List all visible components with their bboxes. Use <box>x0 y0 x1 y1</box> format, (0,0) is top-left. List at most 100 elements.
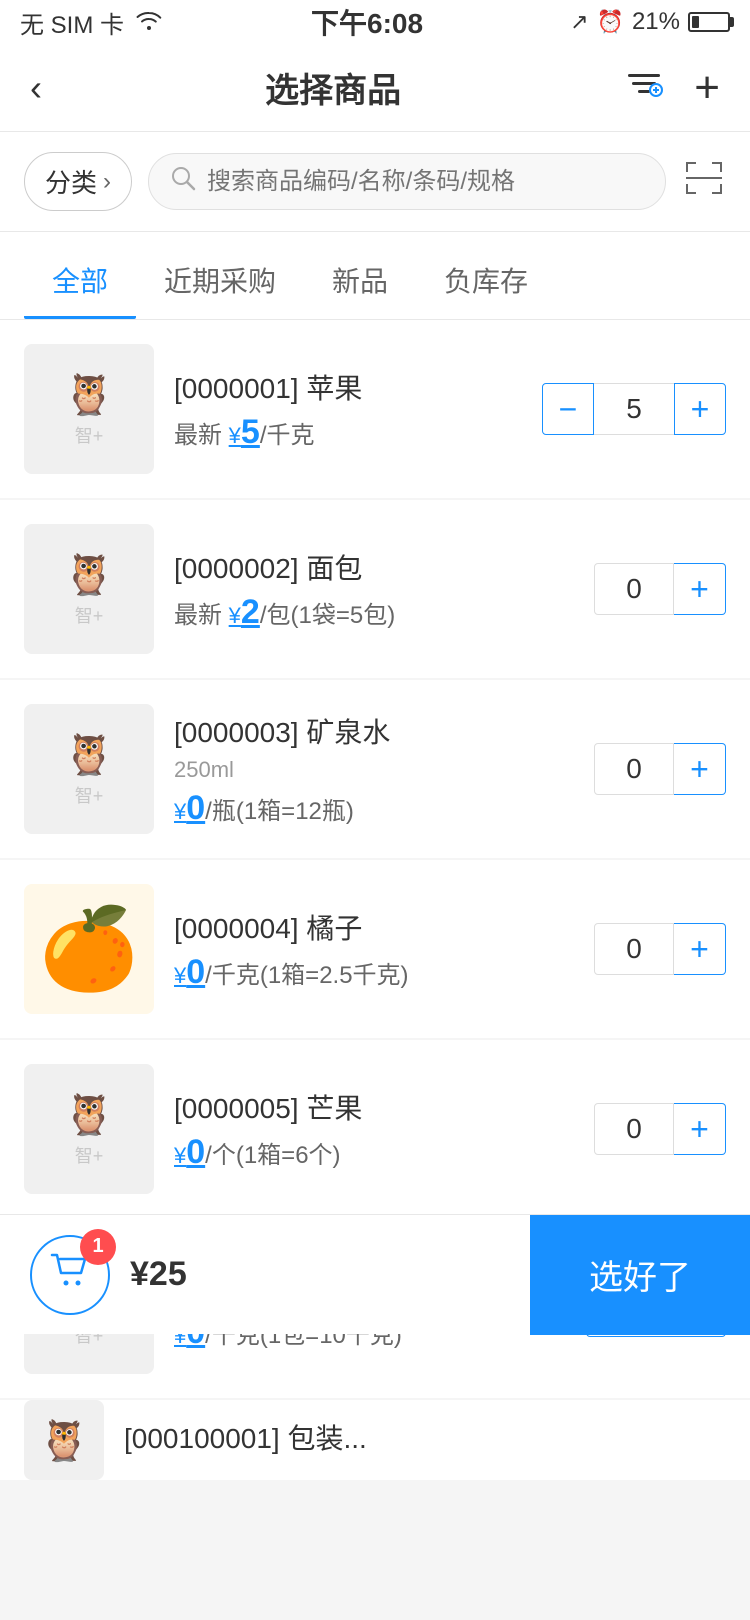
product-price: 最新 ¥5/千克 <box>174 413 522 452</box>
product-name: [000100001] 包装... <box>124 1417 726 1457</box>
placeholder-logo: 🦉 智+ <box>64 1091 114 1168</box>
product-price: ¥0/瓶(1箱=12瓶) <box>174 789 574 828</box>
product-price: ¥0/个(1箱=6个) <box>174 1133 574 1172</box>
product-name: [0000001] 苹果 <box>174 367 522 407</box>
price-symbol: ¥ <box>174 799 186 824</box>
nav-bar: ‹ 选择商品 + <box>0 44 750 132</box>
status-bar: 无 SIM 卡 下午6:08 ↗ ⏰ 21% <box>0 0 750 44</box>
tab-all[interactable]: 全部 <box>24 248 136 319</box>
tab-recent[interactable]: 近期采购 <box>136 248 304 319</box>
placeholder-logo: 🦉 智+ <box>64 731 114 808</box>
decrease-button[interactable]: − <box>542 383 594 435</box>
quantity-input[interactable] <box>594 383 674 435</box>
increase-button[interactable]: + <box>674 563 726 615</box>
price-label: 最新 <box>174 602 222 629</box>
product-image: 🦉 智+ <box>24 704 154 834</box>
price-unit: /包(1袋=5包) <box>260 602 395 629</box>
search-input[interactable] <box>207 168 645 196</box>
category-button[interactable]: 分类 › <box>24 152 132 211</box>
search-icon <box>169 164 197 199</box>
increase-button[interactable]: + <box>674 923 726 975</box>
price-value: 5 <box>241 413 260 451</box>
price-unit: /千克 <box>260 422 315 449</box>
price-value: 0 <box>186 789 205 827</box>
price-unit: /瓶(1箱=12瓶) <box>205 798 354 825</box>
product-name: [0000003] 矿泉水 <box>174 711 574 751</box>
price-value: 0 <box>186 1133 205 1171</box>
back-button[interactable]: ‹ <box>30 67 42 109</box>
product-control: + <box>594 563 726 615</box>
alarm-icon: ⏰ <box>597 9 624 35</box>
cart-total: ¥25 <box>130 1255 187 1294</box>
product-name: [0000002] 面包 <box>174 547 574 587</box>
product-control: + <box>594 923 726 975</box>
wifi-icon <box>134 8 164 37</box>
placeholder-logo: 🦉 智+ <box>64 551 114 628</box>
price-unit: /个(1箱=6个) <box>205 1142 340 1169</box>
carrier-text: 无 SIM 卡 <box>20 5 124 40</box>
price-symbol: ¥ <box>229 423 241 448</box>
increase-button[interactable]: + <box>674 743 726 795</box>
tab-negative[interactable]: 负库存 <box>416 248 556 319</box>
add-icon[interactable]: + <box>694 66 720 110</box>
price-value: 0 <box>186 953 205 991</box>
placeholder-logo: 🦉 <box>39 1417 89 1464</box>
brand-owl-icon: 🦉 <box>64 551 114 598</box>
product-control: + <box>594 743 726 795</box>
quantity-input[interactable] <box>594 1103 674 1155</box>
product-image: 🍊 <box>24 884 154 1014</box>
price-value: 2 <box>241 593 260 631</box>
status-time: 下午6:08 <box>311 2 423 42</box>
location-icon: ↗ <box>570 9 588 35</box>
status-left: 无 SIM 卡 <box>20 5 164 40</box>
product-price: ¥0/千克(1箱=2.5千克) <box>174 953 574 992</box>
cart-badge: 1 <box>80 1229 116 1265</box>
product-image: 🦉 智+ <box>24 524 154 654</box>
filter-icon[interactable] <box>624 68 664 107</box>
quantity-input[interactable] <box>594 743 674 795</box>
product-image: 🦉 智+ <box>24 344 154 474</box>
cart-icon-wrap[interactable]: 1 <box>30 1235 110 1315</box>
page-title: 选择商品 <box>265 63 401 112</box>
product-control: + <box>594 1103 726 1155</box>
placeholder-logo: 🦉 智+ <box>64 371 114 448</box>
product-name: [0000005] 芒果 <box>174 1087 574 1127</box>
product-control: − + <box>542 383 726 435</box>
table-row: 🦉 智+ [0000003] 矿泉水 250ml ¥0/瓶(1箱=12瓶) + <box>0 680 750 858</box>
price-symbol: ¥ <box>174 963 186 988</box>
product-info: [0000005] 芒果 ¥0/个(1箱=6个) <box>174 1087 574 1172</box>
increase-button[interactable]: + <box>674 383 726 435</box>
table-row: 🦉 智+ [0000005] 芒果 ¥0/个(1箱=6个) + <box>0 1040 750 1218</box>
quantity-input[interactable] <box>594 923 674 975</box>
quantity-input[interactable] <box>594 563 674 615</box>
bottom-bar: 1 ¥25 选好了 <box>0 1214 750 1334</box>
increase-button[interactable]: + <box>674 1103 726 1155</box>
table-row: 🍊 [0000004] 橘子 ¥0/千克(1箱=2.5千克) + <box>0 860 750 1038</box>
nav-actions: + <box>624 66 720 110</box>
product-spec: 250ml <box>174 757 574 783</box>
table-row: 🦉 智+ [0000001] 苹果 最新 ¥5/千克 − + <box>0 320 750 498</box>
product-name: [0000004] 橘子 <box>174 907 574 947</box>
category-label: 分类 <box>45 163 97 200</box>
battery-icon <box>688 12 730 32</box>
battery-text: 21% <box>632 8 680 36</box>
status-right: ↗ ⏰ 21% <box>570 8 730 36</box>
filter-bar: 分类 › <box>0 132 750 232</box>
category-arrow-icon: › <box>103 168 111 196</box>
cart-section: 1 ¥25 <box>0 1235 530 1315</box>
brand-owl-icon: 🦉 <box>39 1417 89 1464</box>
tab-new[interactable]: 新品 <box>304 248 416 319</box>
confirm-button[interactable]: 选好了 <box>530 1215 750 1335</box>
brand-owl-icon: 🦉 <box>64 731 114 778</box>
table-row: 🦉 智+ [0000002] 面包 最新 ¥2/包(1袋=5包) + <box>0 500 750 678</box>
product-image: 🦉 <box>24 1400 104 1480</box>
price-symbol: ¥ <box>229 603 241 628</box>
price-label: 最新 <box>174 422 222 449</box>
tab-bar: 全部 近期采购 新品 负库存 <box>0 232 750 320</box>
search-box <box>148 153 666 210</box>
product-price: 最新 ¥2/包(1袋=5包) <box>174 593 574 632</box>
brand-owl-icon: 🦉 <box>64 371 114 418</box>
price-unit: /千克(1箱=2.5千克) <box>205 962 408 989</box>
product-info: [000100001] 包装... <box>124 1417 726 1463</box>
scan-icon[interactable] <box>682 158 726 205</box>
